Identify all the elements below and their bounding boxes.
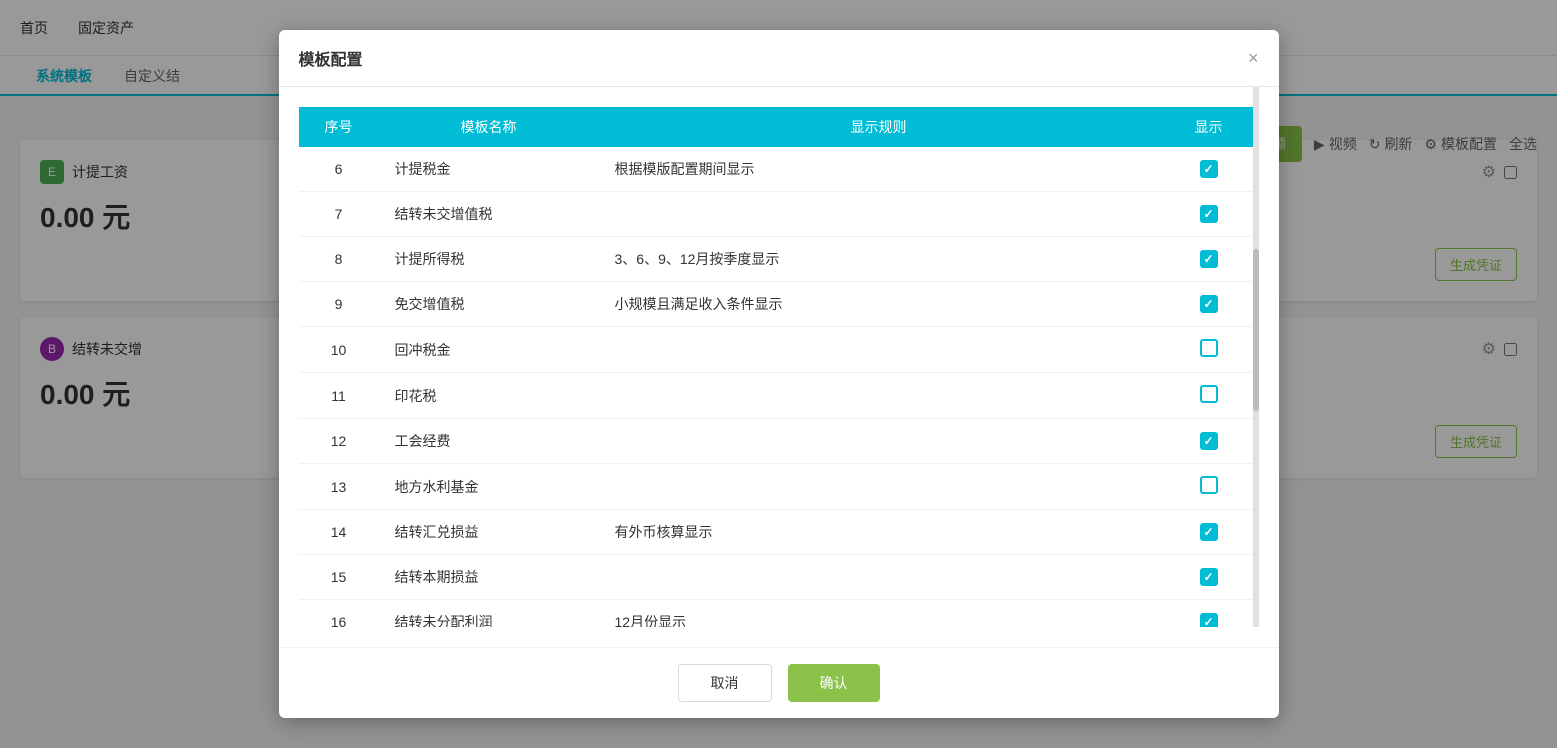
cell-rule-3: 小规模且满足收入条件显示 <box>599 282 1159 327</box>
table-row: 15结转本期损益 <box>299 555 1259 600</box>
cell-rule-9 <box>599 555 1159 600</box>
table-row: 6计提税金根据模版配置期间显示 <box>299 147 1259 192</box>
modal-title: 模板配置 <box>299 46 363 70</box>
table-row: 7结转未交增值税 <box>299 192 1259 237</box>
cell-index-1: 7 <box>299 192 379 237</box>
cell-index-9: 15 <box>299 555 379 600</box>
modal-template-config: 模板配置 × 序号 模板名称 显示规则 显示 <box>279 30 1279 718</box>
cell-index-7: 13 <box>299 464 379 510</box>
checkbox-9[interactable] <box>1200 295 1218 313</box>
table-row: 11印花税 <box>299 373 1259 419</box>
th-index: 序号 <box>299 107 379 147</box>
modal-scroll[interactable]: 序号 模板名称 显示规则 显示 6计提税金根据模版配置期间显示7结转未交增值税8… <box>299 87 1259 627</box>
table-row: 8计提所得税3、6、9、12月按季度显示 <box>299 237 1259 282</box>
cell-index-5: 11 <box>299 373 379 419</box>
cell-index-2: 8 <box>299 237 379 282</box>
cell-show-7 <box>1159 464 1259 510</box>
checkbox-15[interactable] <box>1200 568 1218 586</box>
cell-rule-2: 3、6、9、12月按季度显示 <box>599 237 1159 282</box>
cell-name-1: 结转未交增值税 <box>379 192 599 237</box>
checkbox-16[interactable] <box>1200 613 1218 627</box>
modal-footer: 取消 确认 <box>279 647 1279 718</box>
cell-show-2 <box>1159 237 1259 282</box>
cell-show-1 <box>1159 192 1259 237</box>
table-row: 13地方水利基金 <box>299 464 1259 510</box>
cell-index-10: 16 <box>299 600 379 628</box>
cell-rule-5 <box>599 373 1159 419</box>
cell-rule-8: 有外币核算显示 <box>599 510 1159 555</box>
cell-index-6: 12 <box>299 419 379 464</box>
table-row: 12工会经费 <box>299 419 1259 464</box>
cell-rule-6 <box>599 419 1159 464</box>
modal-header: 模板配置 × <box>279 30 1279 87</box>
th-name: 模板名称 <box>379 107 599 147</box>
checkbox-13[interactable] <box>1200 476 1218 494</box>
cell-show-8 <box>1159 510 1259 555</box>
modal-scroll-wrapper: 序号 模板名称 显示规则 显示 6计提税金根据模版配置期间显示7结转未交增值税8… <box>299 87 1259 627</box>
table-body: 6计提税金根据模版配置期间显示7结转未交增值税8计提所得税3、6、9、12月按季… <box>299 147 1259 627</box>
table-header: 序号 模板名称 显示规则 显示 <box>299 107 1259 147</box>
cell-show-4 <box>1159 327 1259 373</box>
scroll-indicator <box>1253 87 1259 627</box>
cell-name-9: 结转本期损益 <box>379 555 599 600</box>
config-table: 序号 模板名称 显示规则 显示 6计提税金根据模版配置期间显示7结转未交增值税8… <box>299 107 1259 627</box>
th-show: 显示 <box>1159 107 1259 147</box>
cell-name-7: 地方水利基金 <box>379 464 599 510</box>
confirm-button[interactable]: 确认 <box>788 664 880 702</box>
checkbox-7[interactable] <box>1200 205 1218 223</box>
cell-name-10: 结转未分配利润 <box>379 600 599 628</box>
checkbox-14[interactable] <box>1200 523 1218 541</box>
cell-rule-1 <box>599 192 1159 237</box>
checkbox-6[interactable] <box>1200 160 1218 178</box>
cell-index-4: 10 <box>299 327 379 373</box>
cell-show-6 <box>1159 419 1259 464</box>
cell-show-5 <box>1159 373 1259 419</box>
cancel-button[interactable]: 取消 <box>678 664 772 702</box>
cell-index-8: 14 <box>299 510 379 555</box>
table-row: 9免交增值税小规模且满足收入条件显示 <box>299 282 1259 327</box>
cell-show-0 <box>1159 147 1259 192</box>
modal-overlay: 模板配置 × 序号 模板名称 显示规则 显示 <box>0 0 1557 748</box>
cell-name-0: 计提税金 <box>379 147 599 192</box>
cell-name-3: 免交增值税 <box>379 282 599 327</box>
checkbox-11[interactable] <box>1200 385 1218 403</box>
modal-close-button[interactable]: × <box>1248 49 1259 67</box>
cell-name-8: 结转汇兑损益 <box>379 510 599 555</box>
checkbox-10[interactable] <box>1200 339 1218 357</box>
th-rule: 显示规则 <box>599 107 1159 147</box>
checkbox-12[interactable] <box>1200 432 1218 450</box>
scroll-thumb <box>1253 249 1259 411</box>
cell-show-3 <box>1159 282 1259 327</box>
cell-rule-7 <box>599 464 1159 510</box>
cell-rule-0: 根据模版配置期间显示 <box>599 147 1159 192</box>
table-row: 10回冲税金 <box>299 327 1259 373</box>
cell-name-4: 回冲税金 <box>379 327 599 373</box>
cell-name-2: 计提所得税 <box>379 237 599 282</box>
cell-name-6: 工会经费 <box>379 419 599 464</box>
checkbox-8[interactable] <box>1200 250 1218 268</box>
modal-body: 序号 模板名称 显示规则 显示 6计提税金根据模版配置期间显示7结转未交增值税8… <box>279 87 1279 647</box>
cell-index-3: 9 <box>299 282 379 327</box>
cell-show-10 <box>1159 600 1259 628</box>
cell-name-5: 印花税 <box>379 373 599 419</box>
table-row: 14结转汇兑损益有外币核算显示 <box>299 510 1259 555</box>
cell-show-9 <box>1159 555 1259 600</box>
cell-rule-10: 12月份显示 <box>599 600 1159 628</box>
cell-index-0: 6 <box>299 147 379 192</box>
table-row: 16结转未分配利润12月份显示 <box>299 600 1259 628</box>
cell-rule-4 <box>599 327 1159 373</box>
